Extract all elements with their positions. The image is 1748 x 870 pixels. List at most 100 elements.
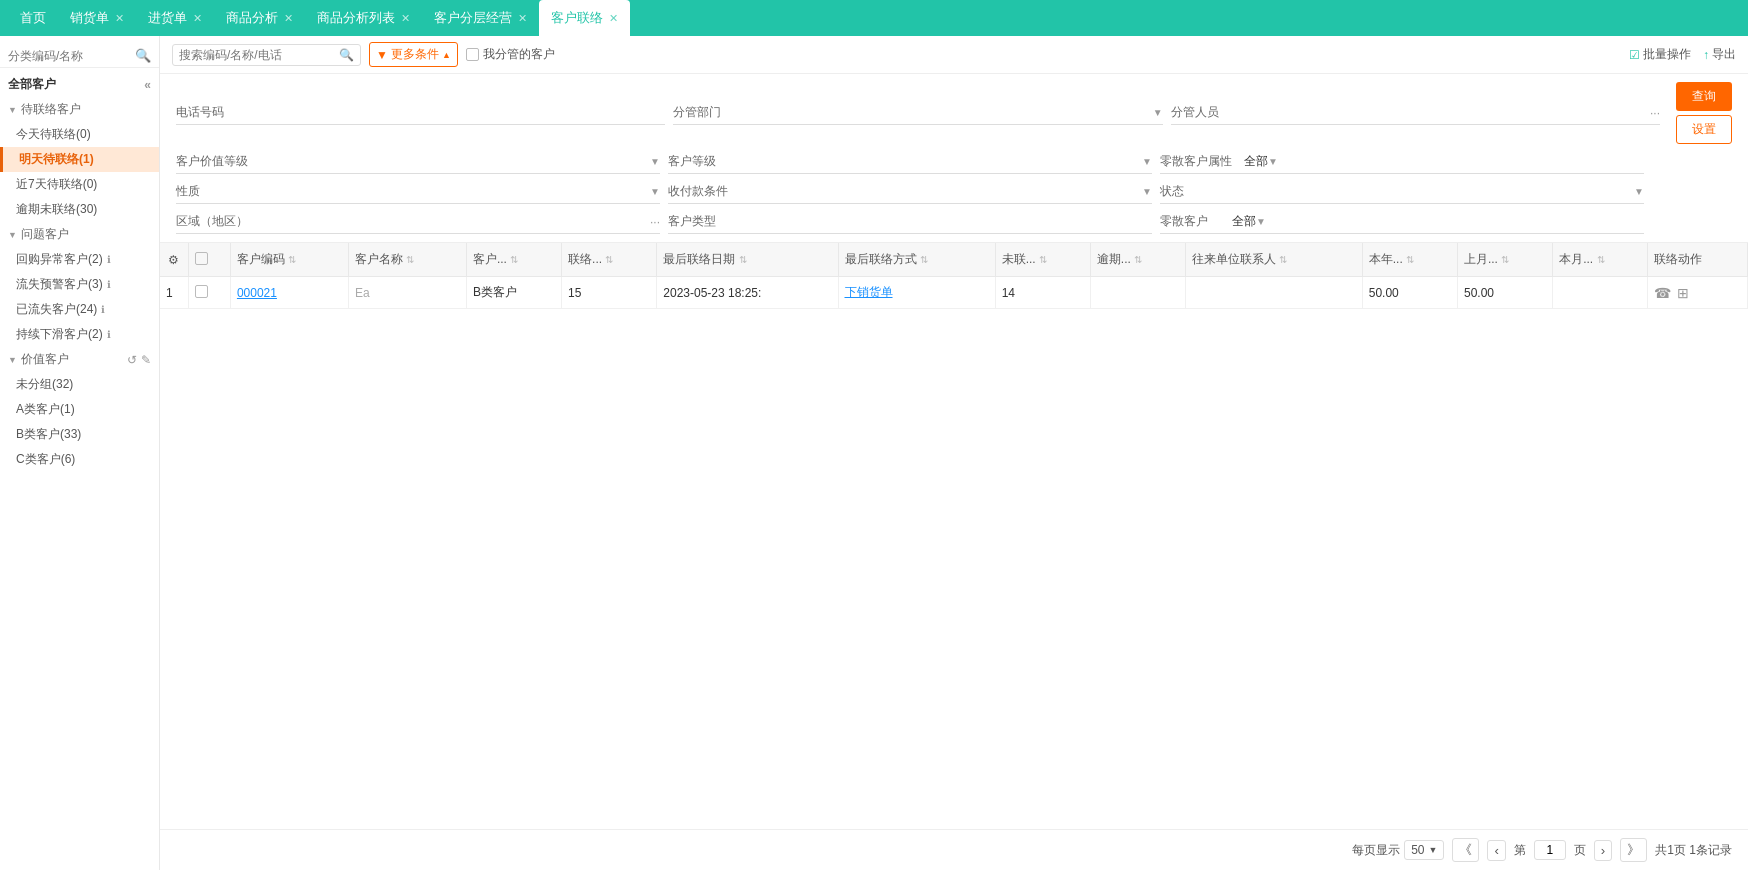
sort-last-date-icon: ⇅ (739, 254, 747, 265)
sort-this-month-icon: ⇅ (1597, 254, 1605, 265)
nav-sales-order[interactable]: 销货单 ✕ (58, 0, 136, 36)
sidebar-item-ungroup[interactable]: 未分组(32) (0, 372, 159, 397)
col-checkbox[interactable] (188, 243, 230, 277)
close-customer-contact-icon[interactable]: ✕ (609, 12, 618, 25)
settings-button[interactable]: 设置 (1676, 115, 1732, 144)
nav-customer-contact[interactable]: 客户联络 ✕ (539, 0, 630, 36)
row-overdue (1090, 277, 1185, 309)
col-this-year[interactable]: 本年... ⇅ (1362, 243, 1457, 277)
col-code[interactable]: 客户编码 ⇅ (230, 243, 348, 277)
sidebar-item-class-c[interactable]: C类客户(6) (0, 447, 159, 472)
sidebar-item-declining[interactable]: 持续下滑客户(2) ℹ (0, 322, 159, 347)
sidebar-item-churn-warning[interactable]: 流失预警客户(3) ℹ (0, 272, 159, 297)
close-product-analysis-list-icon[interactable]: ✕ (401, 12, 410, 25)
page-size-dropdown[interactable]: 50 ▼ (1404, 840, 1444, 860)
nature-filter[interactable]: 性质 ▼ (176, 180, 660, 204)
sidebar-item-class-a[interactable]: A类客户(1) (0, 397, 159, 422)
edit-icon[interactable]: ✎ (141, 353, 151, 367)
my-customers-checkbox[interactable]: 我分管的客户 (466, 46, 555, 63)
col-last-contact-method[interactable]: 最后联络方式 ⇅ (838, 243, 995, 277)
export-button[interactable]: ↑ 导出 (1703, 46, 1736, 63)
search-input[interactable] (179, 48, 339, 62)
sidebar-search-input[interactable] (8, 49, 135, 63)
row-last-contact-method[interactable]: 下销货单 (838, 277, 995, 309)
nav-purchase-order[interactable]: 进货单 ✕ (136, 0, 214, 36)
col-unit-contact[interactable]: 往来单位联系人 ⇅ (1186, 243, 1363, 277)
page-number-input[interactable] (1534, 840, 1566, 860)
sidebar-item-overdue[interactable]: 逾期未联络(30) (0, 197, 159, 222)
batch-ops-icon: ☑ (1629, 48, 1640, 62)
col-settings[interactable]: ⚙ (160, 243, 188, 277)
first-page-button[interactable]: 《 (1452, 838, 1479, 862)
manager-dots-icon[interactable]: ··· (1650, 106, 1660, 120)
page-size-chevron-icon: ▼ (1428, 845, 1437, 855)
close-purchase-order-icon[interactable]: ✕ (193, 12, 202, 25)
col-contact-count[interactable]: 联络... ⇅ (562, 243, 657, 277)
prev-page-button[interactable]: ‹ (1487, 840, 1505, 861)
row-checkbox[interactable] (188, 277, 230, 309)
search-button-icon[interactable]: 🔍 (339, 48, 354, 62)
close-customer-segmentation-icon[interactable]: ✕ (518, 12, 527, 25)
col-last-contact-date[interactable]: 最后联络日期 ⇅ (657, 243, 838, 277)
my-customers-check-icon[interactable] (466, 48, 479, 61)
retail-attr-filter[interactable]: 零散客户属性 全部 ▼ (1160, 150, 1644, 174)
action-grid-icon[interactable]: ⊞ (1677, 285, 1689, 301)
customer-grade-filter[interactable]: 客户等级 ▼ (668, 150, 1152, 174)
sidebar-item-churned[interactable]: 已流失客户(24) ℹ (0, 297, 159, 322)
info-icon-2: ℹ (107, 279, 111, 290)
sidebar-item-tomorrow[interactable]: 明天待联络(1) (0, 147, 159, 172)
nav-product-analysis[interactable]: 商品分析 ✕ (214, 0, 305, 36)
nav-product-analysis-list[interactable]: 商品分析列表 ✕ (305, 0, 422, 36)
more-filter-button[interactable]: ▼ 更多条件 ▲ (369, 42, 458, 67)
status-filter[interactable]: 状态 ▼ (1160, 180, 1644, 204)
manager-filter[interactable]: 分管人员 ··· (1171, 101, 1660, 125)
sort-last-method-icon: ⇅ (920, 254, 928, 265)
region-dots-icon[interactable]: ··· (650, 215, 660, 229)
select-all-checkbox[interactable] (195, 252, 208, 265)
sidebar-search-icon[interactable]: 🔍 (135, 48, 151, 63)
row-select-checkbox[interactable] (195, 285, 208, 298)
nature-chevron-icon: ▼ (650, 186, 660, 197)
value-customers-group: 价值客户 ↺ ✎ (0, 347, 159, 372)
close-product-analysis-icon[interactable]: ✕ (284, 12, 293, 25)
row-unit-contact (1186, 277, 1363, 309)
retail-customer-filter[interactable]: 零散客户 全部 ▼ (1160, 210, 1644, 234)
sidebar-item-today[interactable]: 今天待联络(0) (0, 122, 159, 147)
col-this-month[interactable]: 本月... ⇅ (1553, 243, 1648, 277)
row-name[interactable]: Ea (348, 277, 466, 309)
collapse-icon[interactable]: « (144, 78, 151, 92)
top-nav: 首页 销货单 ✕ 进货单 ✕ 商品分析 ✕ 商品分析列表 ✕ 客户分层经营 ✕ … (0, 0, 1748, 36)
batch-ops-button[interactable]: ☑ 批量操作 (1629, 46, 1691, 63)
dept-filter[interactable]: 分管部门 ▼ (673, 101, 1162, 125)
customer-grade-chevron-icon: ▼ (1142, 156, 1152, 167)
customer-value-chevron-icon: ▼ (650, 156, 660, 167)
page-size-selector[interactable]: 每页显示 50 ▼ (1352, 840, 1444, 860)
col-type[interactable]: 客户... ⇅ (466, 243, 561, 277)
sidebar-item-class-b[interactable]: B类客户(33) (0, 422, 159, 447)
customer-type-filter[interactable]: 客户类型 (668, 210, 1152, 234)
col-last-month[interactable]: 上月... ⇅ (1457, 243, 1552, 277)
nav-customer-segmentation[interactable]: 客户分层经营 ✕ (422, 0, 539, 36)
sidebar-search-bar[interactable]: 🔍 (0, 44, 159, 68)
col-no-contact[interactable]: 未联... ⇅ (995, 243, 1090, 277)
payment-filter[interactable]: 收付款条件 ▼ (668, 180, 1152, 204)
row-code[interactable]: 000021 (230, 277, 348, 309)
last-page-button[interactable]: 》 (1620, 838, 1647, 862)
row-type: B类客户 (466, 277, 561, 309)
sidebar-item-repurchase-abnormal[interactable]: 回购异常客户(2) ℹ (0, 247, 159, 272)
customer-value-filter[interactable]: 客户价值等级 ▼ (176, 150, 660, 174)
col-overdue[interactable]: 逾期... ⇅ (1090, 243, 1185, 277)
info-icon-4: ℹ (107, 329, 111, 340)
col-name[interactable]: 客户名称 ⇅ (348, 243, 466, 277)
query-button[interactable]: 查询 (1676, 82, 1732, 111)
close-sales-order-icon[interactable]: ✕ (115, 12, 124, 25)
refresh-icon[interactable]: ↺ (127, 353, 137, 367)
table-row: 1 000021 Ea B类客户 15 2023-05-23 18:25: 下销… (160, 277, 1748, 309)
search-bar[interactable]: 🔍 (172, 44, 361, 66)
action-phone-icon[interactable]: ☎ (1654, 285, 1671, 301)
nav-home[interactable]: 首页 (8, 0, 58, 36)
region-filter[interactable]: 区域（地区） ··· (176, 210, 660, 234)
pagination: 每页显示 50 ▼ 《 ‹ 第 页 › 》 共1页 1条记录 (160, 829, 1748, 870)
sidebar-item-7days[interactable]: 近7天待联络(0) (0, 172, 159, 197)
next-page-button[interactable]: › (1594, 840, 1612, 861)
